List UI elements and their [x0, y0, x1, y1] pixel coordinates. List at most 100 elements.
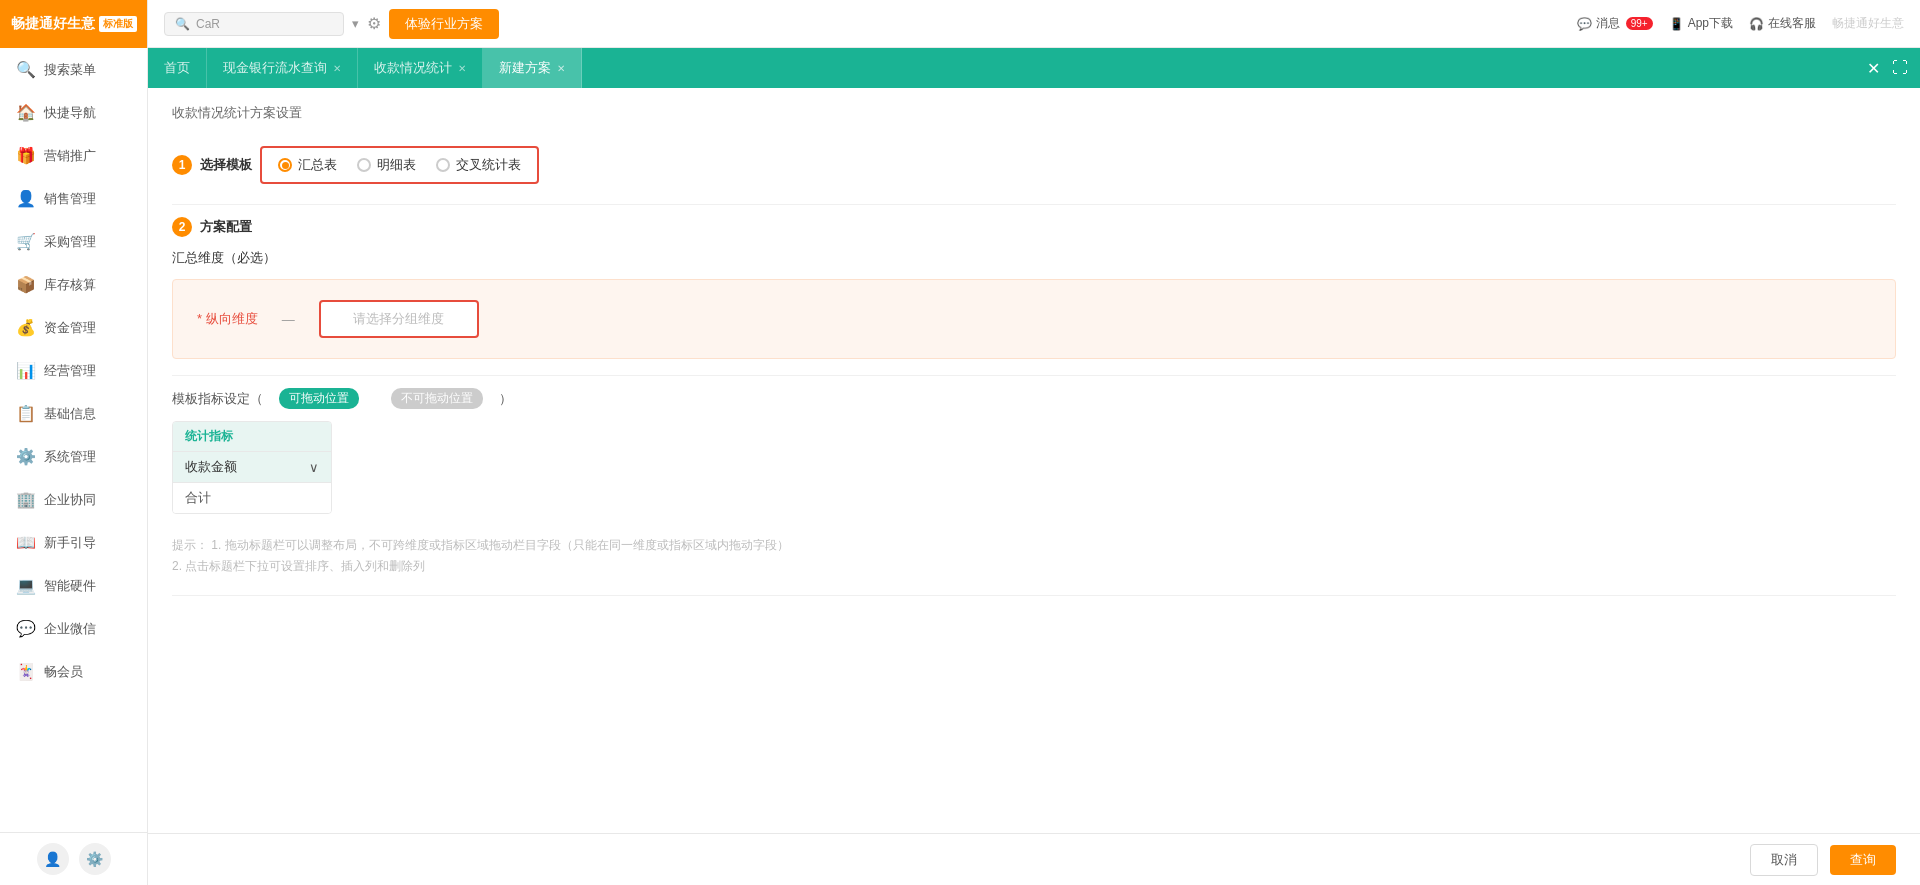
sidebar-item-marketing[interactable]: 🎁 营销推广: [0, 134, 147, 177]
cancel-button[interactable]: 取消: [1750, 844, 1818, 876]
section1-title: 选择模板: [200, 156, 252, 174]
section-template: 1 选择模板 汇总表 明细表 交叉统计表: [172, 146, 1896, 184]
sidebar-bottom-icon1[interactable]: 👤: [37, 843, 69, 875]
tab-home[interactable]: 首页: [148, 48, 207, 88]
sidebar-item-label: 采购管理: [44, 233, 96, 251]
message-action[interactable]: 💬 消息 99+: [1577, 15, 1653, 32]
support-action[interactable]: 🎧 在线客服: [1749, 15, 1816, 32]
section2-header: 2 方案配置: [172, 217, 1896, 237]
user-action[interactable]: 畅捷通好生意: [1832, 15, 1904, 32]
tab-bank-flow-close[interactable]: ✕: [333, 63, 341, 74]
gear-icon: ⚙️: [16, 447, 36, 466]
main-area: 🔍 CaR ▾ ⚙ 体验行业方案 💬 消息 99+ 📱 App下载 🎧 在线客服: [148, 0, 1920, 885]
sidebar-item-inventory[interactable]: 📦 库存核算: [0, 263, 147, 306]
logo-text: 畅捷通好生意: [11, 15, 95, 33]
sidebar-item-wechat[interactable]: 💬 企业微信: [0, 607, 147, 650]
metrics-table-header: 统计指标: [173, 422, 331, 452]
tab-collection-stats-label: 收款情况统计: [374, 59, 452, 77]
logo-badge: 标准版: [99, 16, 137, 32]
laptop-icon: 💻: [16, 576, 36, 595]
radio-summary[interactable]: 汇总表: [278, 156, 337, 174]
metrics-cell2-label: 合计: [185, 490, 211, 505]
tip2: 2. 点击标题栏下拉可设置排序、插入列和删除列: [172, 558, 1896, 575]
tab-close-all-icon[interactable]: ✕: [1867, 59, 1880, 78]
sidebar-bottom-icon2[interactable]: ⚙️: [79, 843, 111, 875]
tab-collection-stats[interactable]: 收款情况统计 ✕: [358, 48, 483, 88]
section2-title: 方案配置: [200, 218, 252, 236]
sidebar-item-enterprise[interactable]: 🏢 企业协同: [0, 478, 147, 521]
sidebar-item-operations[interactable]: 📊 经营管理: [0, 349, 147, 392]
industry-btn[interactable]: 体验行业方案: [389, 9, 499, 39]
chart-icon: 📊: [16, 361, 36, 380]
dropdown-icon[interactable]: ▾: [352, 16, 359, 31]
top-header-right: 💬 消息 99+ 📱 App下载 🎧 在线客服 畅捷通好生意: [1577, 15, 1904, 32]
metrics-cell2: 合计: [173, 483, 331, 513]
sidebar-item-label: 智能硬件: [44, 577, 96, 595]
sidebar-item-label: 搜索菜单: [44, 61, 96, 79]
sidebar-item-search-menu[interactable]: 🔍 搜索菜单: [0, 48, 147, 91]
tip1: 提示： 1. 拖动标题栏可以调整布局，不可跨维度或指标区域拖动栏目字段（只能在同…: [172, 537, 1896, 554]
tab-new-plan[interactable]: 新建方案 ✕: [483, 48, 582, 88]
tab-bar: 首页 现金银行流水查询 ✕ 收款情况统计 ✕ 新建方案 ✕ ✕ ⛶: [148, 48, 1920, 88]
radio-summary-circle: [278, 158, 292, 172]
sidebar-item-sales[interactable]: 👤 销售管理: [0, 177, 147, 220]
tab-bar-right: ✕ ⛶: [1855, 48, 1920, 88]
sidebar-item-label: 库存核算: [44, 276, 96, 294]
query-button[interactable]: 查询: [1830, 845, 1896, 875]
search-menu-icon: 🔍: [16, 60, 36, 79]
radio-detail[interactable]: 明细表: [357, 156, 416, 174]
download-label: App下载: [1688, 15, 1733, 32]
tab-bank-flow[interactable]: 现金银行流水查询 ✕: [207, 48, 358, 88]
dimension-select[interactable]: 请选择分组维度: [319, 300, 479, 338]
radio-cross[interactable]: 交叉统计表: [436, 156, 521, 174]
tips-section: 提示： 1. 拖动标题栏可以调整布局，不可跨维度或指标区域拖动栏目字段（只能在同…: [172, 537, 1896, 575]
tab-expand-icon[interactable]: ⛶: [1892, 59, 1908, 77]
non-draggable-badge: 不可拖动位置: [391, 388, 483, 409]
clipboard-icon: 📋: [16, 404, 36, 423]
sidebar-item-label: 资金管理: [44, 319, 96, 337]
radio-cross-label: 交叉统计表: [456, 156, 521, 174]
sidebar-item-guide[interactable]: 📖 新手引导: [0, 521, 147, 564]
search-icon: 🔍: [175, 17, 190, 31]
sidebar-item-label: 基础信息: [44, 405, 96, 423]
sidebar-bottom: 👤 ⚙️: [0, 832, 147, 885]
section1-header: 1 选择模板 汇总表 明细表 交叉统计表: [172, 146, 1896, 184]
metrics-header: 模板指标设定（ 可拖动位置 不可拖动位置 ）: [172, 388, 1896, 409]
radio-summary-label: 汇总表: [298, 156, 337, 174]
row-label: * 纵向维度: [197, 310, 258, 328]
box-icon: 📦: [16, 275, 36, 294]
metrics-label: 模板指标设定（: [172, 390, 263, 408]
settings-icon[interactable]: ⚙: [367, 14, 381, 33]
message-label: 消息: [1596, 15, 1620, 32]
sidebar-item-member[interactable]: 🃏 畅会员: [0, 650, 147, 693]
card-icon: 🃏: [16, 662, 36, 681]
tab-new-plan-close[interactable]: ✕: [557, 63, 565, 74]
gift-icon: 🎁: [16, 146, 36, 165]
top-header: 🔍 CaR ▾ ⚙ 体验行业方案 💬 消息 99+ 📱 App下载 🎧 在线客服: [148, 0, 1920, 48]
cart-icon: 🛒: [16, 232, 36, 251]
chevron-down-icon[interactable]: ∨: [309, 460, 319, 475]
download-action[interactable]: 📱 App下载: [1669, 15, 1733, 32]
home-icon: 🏠: [16, 103, 36, 122]
sidebar-item-hardware[interactable]: 💻 智能硬件: [0, 564, 147, 607]
sidebar-item-basic-info[interactable]: 📋 基础信息: [0, 392, 147, 435]
tab-bank-flow-label: 现金银行流水查询: [223, 59, 327, 77]
sidebar-item-label: 营销推广: [44, 147, 96, 165]
sidebar-item-quick-nav[interactable]: 🏠 快捷导航: [0, 91, 147, 134]
sidebar-item-label: 系统管理: [44, 448, 96, 466]
page-content: 收款情况统计方案设置 1 选择模板 汇总表 明细表: [148, 88, 1920, 833]
divider3: [172, 595, 1896, 596]
sidebar-item-system[interactable]: ⚙️ 系统管理: [0, 435, 147, 478]
metrics-table: 统计指标 收款金额 ∨ 合计: [172, 421, 332, 514]
sidebar-item-purchase[interactable]: 🛒 采购管理: [0, 220, 147, 263]
sidebar-item-label: 快捷导航: [44, 104, 96, 122]
sidebar-item-finance[interactable]: 💰 资金管理: [0, 306, 147, 349]
metrics-cell1[interactable]: 收款金额 ∨: [173, 452, 331, 483]
sidebar-item-label: 新手引导: [44, 534, 96, 552]
tab-home-label: 首页: [164, 59, 190, 77]
tab-collection-stats-close[interactable]: ✕: [458, 63, 466, 74]
sidebar-logo: 畅捷通好生意 标准版: [0, 0, 147, 48]
book-icon: 📖: [16, 533, 36, 552]
page-title: 收款情况统计方案设置: [172, 104, 1896, 130]
search-bar[interactable]: 🔍 CaR: [164, 12, 344, 36]
